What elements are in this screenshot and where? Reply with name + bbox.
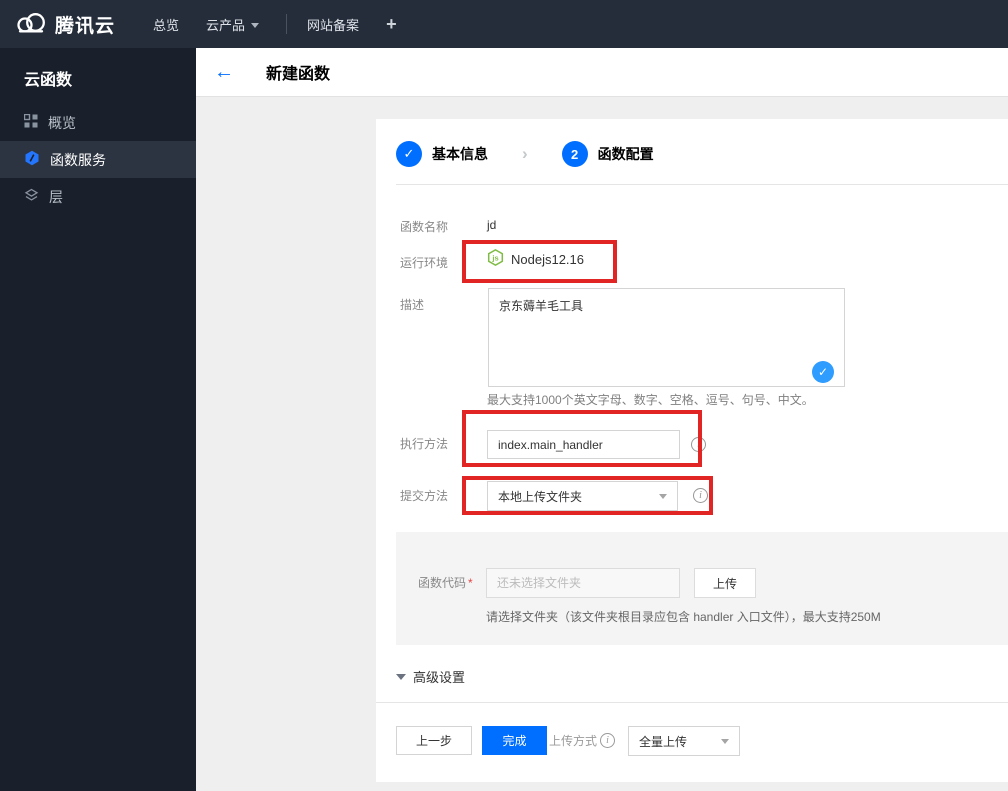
submit-method-info-icon[interactable]: i [693, 488, 708, 503]
upload-mode-label-group: 上传方式 i [549, 726, 616, 755]
nav-divider [286, 14, 288, 34]
handler-input[interactable] [487, 430, 680, 459]
footer-divider [376, 702, 1008, 703]
submit-method-dropdown[interactable]: 本地上传文件夹 [487, 481, 678, 511]
description-textarea[interactable]: 京东薅羊毛工具 [488, 288, 845, 387]
nav-cloud-products[interactable]: 云产品 [206, 15, 260, 34]
chevron-down-icon [251, 22, 260, 28]
step1-label: 基本信息 [432, 146, 488, 162]
required-asterisk: * [468, 576, 473, 590]
step1-check-icon: ✓ [396, 141, 422, 167]
nodejs-icon: js [487, 249, 504, 269]
upload-mode-info-icon[interactable]: i [600, 733, 616, 748]
page-title: 新建函数 [266, 66, 331, 83]
valid-check-icon: ✓ [812, 361, 834, 383]
create-function-card: ✓ 基本信息 › 2 函数配置 函数名称 jd 运行环境 js Nodejs12… [376, 119, 1008, 782]
tencent-cloud-logo[interactable]: 腾讯云 [14, 10, 115, 39]
function-code-section: 函数代码* 上传 请选择文件夹（该文件夹根目录应包含 handler 入口文件）… [396, 532, 1008, 645]
nav-overview[interactable]: 总览 [153, 15, 179, 34]
sidebar-title: 云函数 [24, 72, 73, 89]
description-label: 描述 [400, 298, 425, 312]
brand-name: 腾讯云 [55, 15, 116, 37]
advanced-settings-toggle[interactable]: 高级设置 [396, 667, 465, 686]
upload-button[interactable]: 上传 [694, 568, 756, 598]
runtime-value: js Nodejs12.16 [487, 249, 584, 269]
step-chevron-icon: › [522, 144, 528, 163]
page-header: ← 新建函数 [196, 48, 1008, 97]
folder-path-input[interactable] [486, 568, 680, 598]
upload-mode-dropdown[interactable]: 全量上传 [628, 726, 740, 756]
grid-icon [23, 113, 38, 131]
steps-divider [396, 184, 1008, 185]
triangle-down-icon [396, 673, 406, 680]
function-code-label: 函数代码 * [418, 576, 473, 590]
back-arrow-icon[interactable]: ← [214, 62, 234, 82]
submit-method-label: 提交方法 [400, 489, 449, 503]
handler-label: 执行方法 [400, 437, 449, 451]
dropdown-caret-icon [659, 493, 667, 499]
handler-info-icon[interactable]: i [691, 437, 706, 452]
function-name-value: jd [487, 218, 497, 232]
description-hint: 最大支持1000个英文字母、数字、空格、逗号、句号、中文。 [487, 393, 814, 407]
function-code-hint: 请选择文件夹（该文件夹根目录应包含 handler 入口文件），最大支持250M [486, 610, 881, 624]
step-indicator: ✓ 基本信息 › 2 函数配置 [396, 141, 654, 167]
sidebar: 云函数 概览 函数服务 层 [0, 48, 196, 791]
layers-icon [24, 188, 39, 206]
content-area: ✓ 基本信息 › 2 函数配置 函数名称 jd 运行环境 js Nodejs12… [196, 97, 1008, 791]
upload-mode-value: 全量上传 [639, 734, 688, 749]
finish-button[interactable]: 完成 [482, 726, 547, 755]
sidebar-item-function-service[interactable]: 函数服务 [0, 141, 196, 178]
sidebar-item-overview[interactable]: 概览 [0, 104, 196, 141]
step2-label: 函数配置 [597, 146, 654, 162]
dropdown-caret-icon [721, 738, 729, 744]
previous-step-button[interactable]: 上一步 [396, 726, 472, 755]
top-navbar: 腾讯云 总览 云产品 网站备案 + [0, 0, 1008, 48]
cloud-logo-icon [14, 10, 46, 39]
svg-text:js: js [491, 254, 498, 263]
nav-icp-filing[interactable]: 网站备案 [307, 15, 359, 34]
sidebar-item-layers[interactable]: 层 [0, 178, 196, 215]
runtime-label: 运行环境 [400, 256, 449, 270]
scf-hexagon-icon [24, 150, 40, 169]
top-nav: 总览 云产品 网站备案 + [153, 14, 397, 35]
function-name-label: 函数名称 [400, 220, 449, 234]
step2-number: 2 [561, 141, 588, 167]
submit-method-value: 本地上传文件夹 [498, 489, 583, 504]
add-tab-button[interactable]: + [386, 14, 397, 35]
